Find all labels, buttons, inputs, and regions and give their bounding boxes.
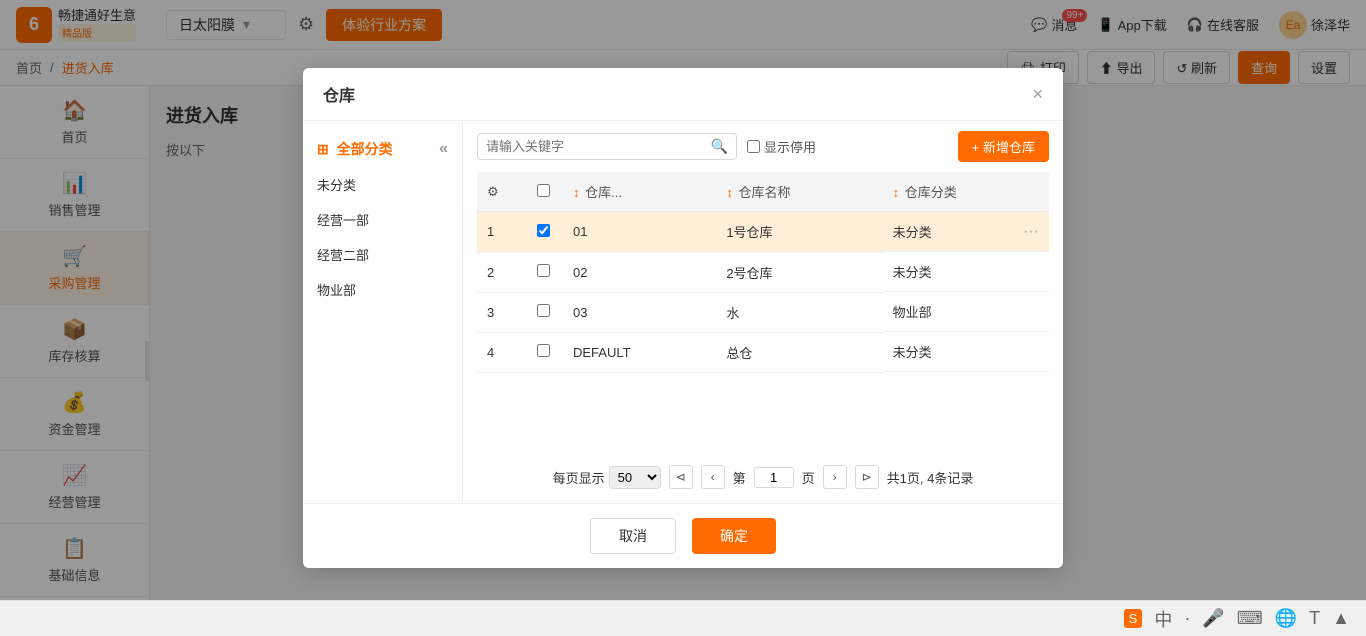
bottom-bar: S 中 · 🎤 ⌨ 🌐 T ▲ bbox=[0, 600, 1366, 636]
mic-icon[interactable]: 🎤 bbox=[1202, 608, 1224, 629]
table-scroll-area: ⚙ ↕ 仓库... ↕ bbox=[477, 172, 1049, 453]
sort-icon: ↕ bbox=[573, 185, 580, 200]
sort-icon: ↕ bbox=[726, 185, 733, 200]
row-category: 未分类 ··· bbox=[883, 212, 1049, 252]
row-checkbox[interactable] bbox=[537, 344, 550, 357]
category-item-unclassified[interactable]: 未分类 bbox=[303, 167, 462, 202]
per-page-select[interactable]: 50 10 20 100 bbox=[609, 466, 661, 489]
all-categories-label: 全部分类 bbox=[337, 141, 393, 157]
search-input[interactable] bbox=[486, 139, 711, 154]
table-row[interactable]: 3 03 水 物业部 bbox=[477, 292, 1049, 332]
table-row[interactable]: 2 02 2号仓库 未分类 bbox=[477, 252, 1049, 292]
row-checkbox-cell bbox=[527, 292, 563, 332]
row-number: 4 bbox=[477, 332, 527, 372]
all-categories-header[interactable]: ⊞ 全部分类 « bbox=[303, 131, 462, 167]
text-icon[interactable]: T bbox=[1309, 608, 1320, 629]
modal-overlay: 仓库 × ⊞ 全部分类 « 未分类 经营一部 bbox=[0, 0, 1366, 636]
row-number: 3 bbox=[477, 292, 527, 332]
search-box: 🔍 bbox=[477, 133, 737, 160]
confirm-button[interactable]: 确定 bbox=[692, 518, 776, 554]
table-row[interactable]: 1 01 1号仓库 未分类 ··· bbox=[477, 212, 1049, 253]
dot-icon: · bbox=[1184, 608, 1190, 629]
brand-s-icon: S bbox=[1124, 609, 1143, 628]
row-checkbox[interactable] bbox=[537, 304, 550, 317]
collapse-icon[interactable]: « bbox=[439, 140, 448, 158]
category-item-operations2[interactable]: 经营二部 bbox=[303, 237, 462, 272]
modal-header: 仓库 × bbox=[303, 68, 1063, 121]
row-code: 01 bbox=[563, 212, 716, 253]
row-actions-icon[interactable]: ··· bbox=[1023, 223, 1039, 241]
category-item-operations1[interactable]: 经营一部 bbox=[303, 202, 462, 237]
col-name: ↕ 仓库名称 bbox=[716, 172, 882, 212]
row-code: DEFAULT bbox=[563, 332, 716, 372]
row-name: 2号仓库 bbox=[716, 252, 882, 292]
page-suffix: 页 bbox=[802, 468, 815, 487]
sort-icon: ↕ bbox=[893, 185, 900, 200]
total-info: 共1页, 4条记录 bbox=[887, 468, 974, 487]
last-page-button[interactable]: ⊳ bbox=[855, 465, 879, 489]
row-name: 1号仓库 bbox=[716, 212, 882, 253]
table-toolbar: 🔍 显示停用 + 新增仓库 bbox=[477, 131, 1049, 162]
per-page-label: 每页显示 bbox=[553, 468, 605, 487]
category-panel: ⊞ 全部分类 « 未分类 经营一部 经营二部 物业部 bbox=[303, 121, 463, 503]
add-warehouse-button[interactable]: + 新增仓库 bbox=[958, 131, 1049, 162]
row-name: 水 bbox=[716, 292, 882, 332]
row-number: 1 bbox=[477, 212, 527, 253]
row-checkbox-cell bbox=[527, 332, 563, 372]
pagination: 每页显示 50 10 20 100 ⊲ ‹ 第 页 › ⊳ bbox=[477, 453, 1049, 493]
show-disabled-checkbox[interactable] bbox=[747, 140, 760, 153]
up-arrow-icon[interactable]: ▲ bbox=[1332, 608, 1350, 629]
per-page-selector: 每页显示 50 10 20 100 bbox=[553, 466, 661, 489]
first-page-button[interactable]: ⊲ bbox=[669, 465, 693, 489]
row-checkbox[interactable] bbox=[537, 264, 550, 277]
chinese-input-icon[interactable]: 中 bbox=[1154, 606, 1172, 632]
cancel-button[interactable]: 取消 bbox=[590, 518, 676, 554]
row-category: 物业部 bbox=[883, 292, 1049, 332]
warehouse-modal: 仓库 × ⊞ 全部分类 « 未分类 经营一部 bbox=[303, 68, 1063, 568]
row-code: 02 bbox=[563, 252, 716, 292]
next-page-button[interactable]: › bbox=[823, 465, 847, 489]
settings-col-icon[interactable]: ⚙ bbox=[487, 184, 499, 199]
category-item-property[interactable]: 物业部 bbox=[303, 272, 462, 307]
modal-title: 仓库 bbox=[323, 82, 355, 106]
globe-icon[interactable]: 🌐 bbox=[1275, 608, 1297, 629]
row-category: 未分类 bbox=[883, 252, 1049, 292]
row-name: 总仓 bbox=[716, 332, 882, 372]
warehouse-table: ⚙ ↕ 仓库... ↕ bbox=[477, 172, 1049, 373]
select-all-checkbox[interactable] bbox=[537, 184, 550, 197]
grid-icon: ⊞ bbox=[317, 141, 329, 157]
keyboard-icon[interactable]: ⌨ bbox=[1237, 608, 1263, 629]
show-disabled-text: 显示停用 bbox=[764, 137, 816, 156]
modal-close-button[interactable]: × bbox=[1032, 84, 1043, 105]
table-header-row: ⚙ ↕ 仓库... ↕ bbox=[477, 172, 1049, 212]
col-settings: ⚙ bbox=[477, 172, 527, 212]
show-disabled-label[interactable]: 显示停用 bbox=[747, 137, 816, 156]
modal-footer: 取消 确定 bbox=[303, 503, 1063, 568]
row-category: 未分类 bbox=[883, 332, 1049, 372]
col-category: ↕ 仓库分类 bbox=[883, 172, 1049, 212]
col-checkbox bbox=[527, 172, 563, 212]
row-number: 2 bbox=[477, 252, 527, 292]
col-code: ↕ 仓库... bbox=[563, 172, 716, 212]
page-prefix: 第 bbox=[733, 468, 746, 487]
table-row[interactable]: 4 DEFAULT 总仓 未分类 bbox=[477, 332, 1049, 372]
modal-body: ⊞ 全部分类 « 未分类 经营一部 经营二部 物业部 bbox=[303, 121, 1063, 503]
table-panel: 🔍 显示停用 + 新增仓库 ⚙ bbox=[463, 121, 1063, 503]
prev-page-button[interactable]: ‹ bbox=[701, 465, 725, 489]
page-number-input[interactable] bbox=[754, 467, 794, 488]
row-checkbox[interactable] bbox=[537, 224, 550, 237]
row-checkbox-cell bbox=[527, 252, 563, 292]
search-icon: 🔍 bbox=[711, 138, 728, 155]
row-checkbox-cell bbox=[527, 212, 563, 253]
row-code: 03 bbox=[563, 292, 716, 332]
